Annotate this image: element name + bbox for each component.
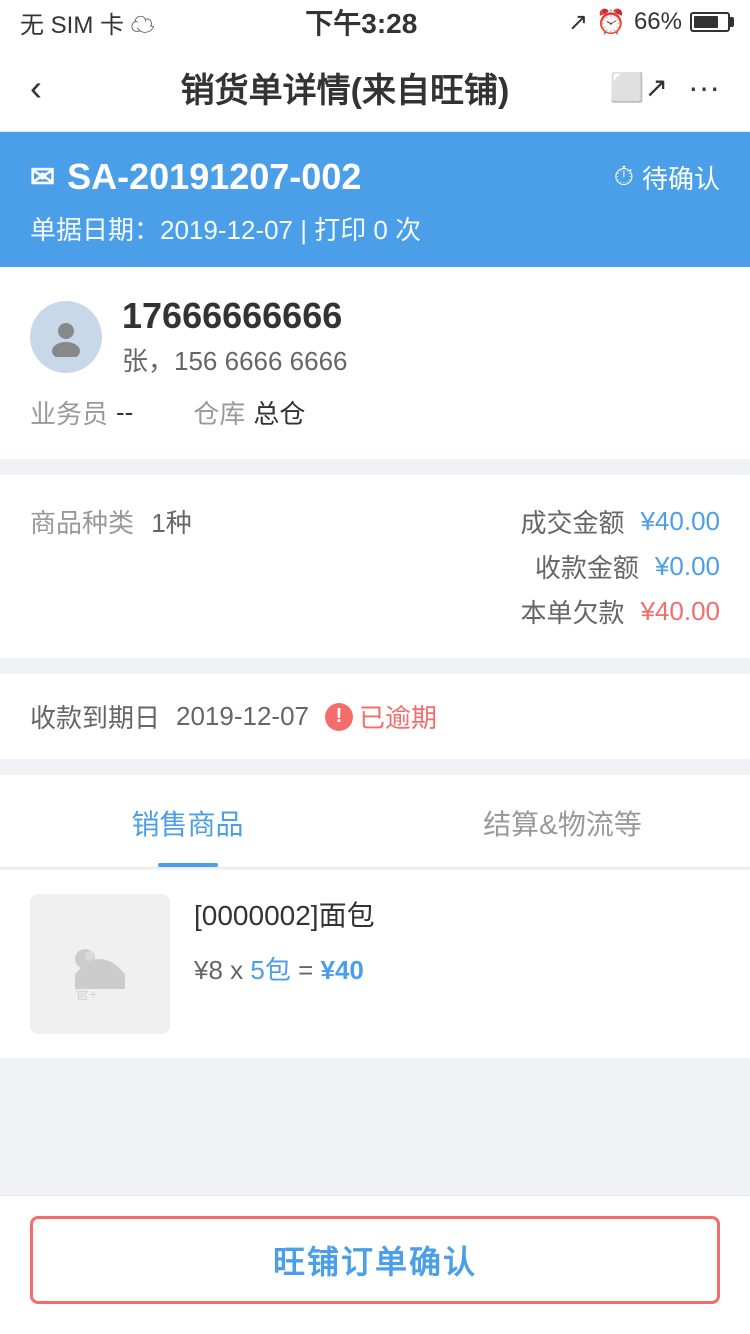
salesperson-value: -- (116, 397, 133, 428)
product-item: 管+ [0000002]面包 ¥8 x 5包 = ¥40 (0, 870, 750, 1058)
order-id-text: SA-20191207-002 (67, 156, 361, 198)
battery-icon (690, 12, 730, 32)
price-per-unit: ¥8 x (194, 955, 250, 985)
tab-sales-products[interactable]: 销售商品 (0, 775, 375, 867)
debt-amount-label: 本单欠款 (520, 593, 624, 630)
received-amount-label: 收款金额 (535, 548, 639, 585)
clock-icon: ⏱ (614, 161, 634, 193)
deal-amount-value: ¥40.00 (640, 506, 720, 537)
salesperson-label: 业务员 (30, 394, 108, 431)
tab-settlement-logistics[interactable]: 结算&物流等 (375, 775, 750, 867)
status-text: 待确认 (642, 159, 720, 196)
sim-status: 无 SIM 卡 ☁ (20, 5, 155, 40)
content-area: 管+ [0000002]面包 ¥8 x 5包 = ¥40 (0, 870, 750, 1198)
warehouse-label: 仓库 (193, 394, 245, 431)
svg-text:管+: 管+ (75, 986, 97, 1002)
tab-bar: 销售商品 结算&物流等 (0, 775, 750, 868)
overdue-dot-icon: ! (325, 703, 353, 731)
summary-card: 商品种类 1种 成交金额 ¥40.00 收款金额 ¥0.00 本单欠款 ¥40.… (0, 475, 750, 658)
due-date-value: 2019-12-07 (176, 701, 309, 732)
share-button[interactable]: ⬜↗ (610, 71, 668, 104)
location-icon: ↗ (568, 8, 588, 37)
warehouse-value: 总仓 (253, 394, 305, 431)
nav-actions: ⬜↗ ··· (600, 69, 720, 106)
back-button[interactable]: ‹ (30, 67, 90, 109)
customer-phone: 17666666666 (122, 295, 348, 337)
customer-card: 17666666666 张，156 6666 6666 业务员 -- 仓库 总仓 (0, 267, 750, 459)
due-date-label: 收款到期日 (30, 698, 160, 735)
more-button[interactable]: ··· (688, 69, 720, 106)
battery-percent: 66% (634, 8, 682, 36)
product-image: 管+ (30, 894, 170, 1034)
received-amount-value: ¥0.00 (655, 551, 720, 582)
overdue-text: 已逾期 (359, 698, 437, 735)
nav-bar: ‹ 销货单详情(来自旺铺) ⬜↗ ··· (0, 44, 750, 132)
due-date-card: 收款到期日 2019-12-07 ! 已逾期 (0, 674, 750, 759)
status-bar: 无 SIM 卡 ☁ 下午3:28 ↗ ⏰ 66% (0, 0, 750, 44)
order-date: 单据日期：2019-12-07 | 打印 0 次 (30, 210, 720, 247)
product-total: ¥40 (320, 955, 363, 985)
order-header-card: ✉ SA-20191207-002 ⏱ 待确认 单据日期：2019-12-07 … (0, 132, 750, 267)
product-name: [0000002]面包 (194, 894, 720, 934)
bottom-bar: 旺铺订单确认 (0, 1195, 750, 1334)
product-placeholder-icon: 管+ (60, 924, 140, 1004)
goods-type-label: 商品种类 (30, 508, 134, 538)
order-id: ✉ SA-20191207-002 (30, 156, 361, 198)
product-price: ¥8 x 5包 = ¥40 (194, 950, 720, 987)
status-time: 下午3:28 (305, 2, 417, 42)
tabs-container: 销售商品 结算&物流等 (0, 775, 750, 868)
page-title: 销货单详情(来自旺铺) (90, 63, 600, 112)
product-qty: 5包 (250, 955, 290, 985)
product-info: [0000002]面包 ¥8 x 5包 = ¥40 (194, 894, 720, 1034)
alarm-icon: ⏰ (596, 8, 626, 37)
customer-name: 张，156 6666 6666 (122, 341, 348, 378)
avatar-icon (46, 317, 86, 357)
equals-sign: = (291, 955, 321, 985)
debt-amount-value: ¥40.00 (640, 596, 720, 627)
confirm-order-button[interactable]: 旺铺订单确认 (30, 1216, 720, 1304)
status-left: 无 SIM 卡 ☁ (20, 5, 155, 40)
status-right: ↗ ⏰ 66% (568, 8, 730, 37)
customer-avatar (30, 301, 102, 373)
customer-meta: 业务员 -- 仓库 总仓 (30, 394, 720, 431)
order-icon: ✉ (30, 160, 55, 195)
deal-amount-label: 成交金额 (520, 503, 624, 540)
goods-type-value: 1种 (151, 508, 191, 538)
overdue-badge: ! 已逾期 (325, 698, 437, 735)
amount-summary: 成交金额 ¥40.00 收款金额 ¥0.00 本单欠款 ¥40.00 (520, 503, 720, 630)
order-status: ⏱ 待确认 (614, 159, 720, 196)
